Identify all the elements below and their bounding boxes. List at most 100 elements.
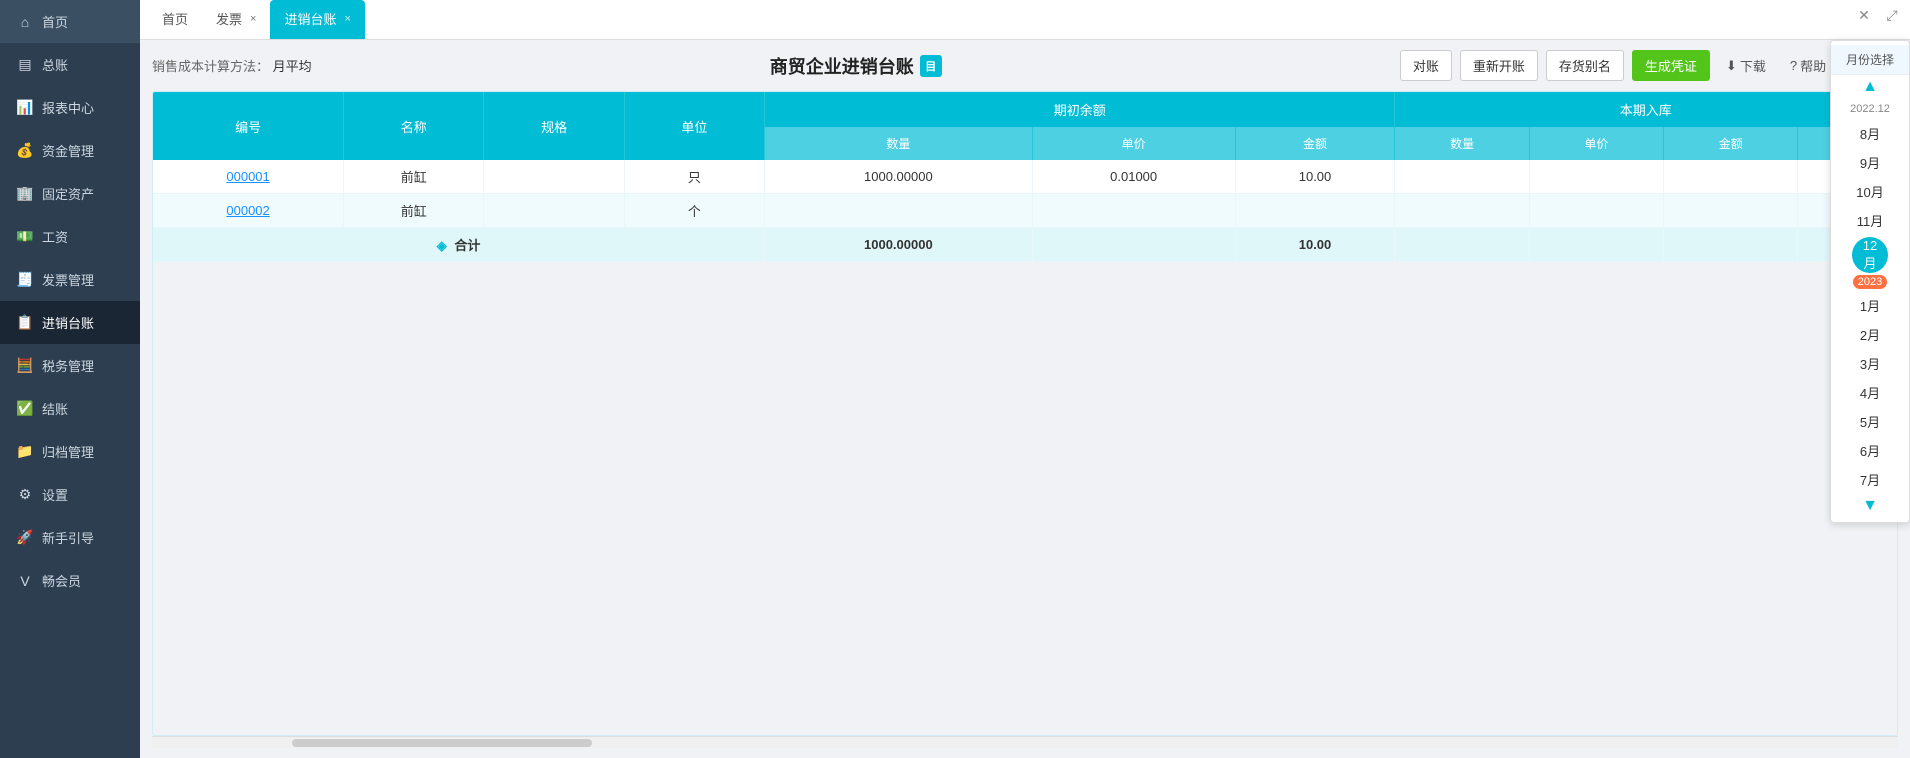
funds-icon: 💰: [16, 142, 34, 159]
row1-name: 前缸: [344, 160, 484, 194]
tab-purchase-sales-close[interactable]: ×: [344, 13, 350, 25]
scrollbar-thumb[interactable]: [292, 739, 592, 747]
month-item-2023-6[interactable]: 6月: [1831, 436, 1909, 465]
sidebar-item-member[interactable]: V 畅会员: [0, 559, 140, 602]
month-item-11[interactable]: 11月: [1831, 206, 1909, 235]
sidebar-item-archive[interactable]: 📁 归档管理: [0, 430, 140, 473]
sidebar-item-label: 结账: [42, 399, 68, 418]
sidebar-item-label: 报表中心: [42, 98, 94, 117]
row1-qi-price: 0.01000: [1032, 160, 1235, 194]
sidebar-item-reports[interactable]: 📊 报表中心: [0, 86, 140, 129]
reconcile-button[interactable]: 对账: [1400, 50, 1452, 81]
title-icon[interactable]: 目: [920, 55, 942, 77]
save-alias-button[interactable]: 存货别名: [1546, 50, 1624, 81]
col-header-unit: 单位: [624, 92, 764, 160]
sidebar: ⌂ 首页 ▤ 总账 📊 报表中心 💰 资金管理 🏢 固定资产 💵 工资 🧾 发票…: [0, 0, 140, 758]
settings-icon: ⚙: [16, 486, 34, 503]
download-label: 下载: [1740, 56, 1766, 75]
sidebar-item-ledger[interactable]: ▤ 总账: [0, 43, 140, 86]
month-item-9[interactable]: 9月: [1831, 148, 1909, 177]
sidebar-item-label: 固定资产: [42, 184, 94, 203]
sidebar-item-guide[interactable]: 🚀 新手引导: [0, 516, 140, 559]
sidebar-item-settlement[interactable]: ✅ 结账: [0, 387, 140, 430]
row2-in-qty: [1395, 194, 1529, 228]
total-in-qty: [1395, 228, 1529, 262]
total-label: ◈ 合计: [153, 228, 765, 262]
row1-unit: 只: [624, 160, 764, 194]
month-item-2023-1[interactable]: 1月: [1831, 291, 1909, 320]
row1-in-qty: [1395, 160, 1529, 194]
help-label: 帮助: [1800, 56, 1826, 75]
sidebar-item-home[interactable]: ⌂ 首页: [0, 0, 140, 43]
top-bar: 销售成本计算方法： 月平均 商贸企业进销台账 目 对账 重新开账 存货别名: [152, 50, 1898, 81]
tab-bar: 首页 发票 × 进销台账 × ✕ ⤢: [140, 0, 1910, 40]
help-icon: ?: [1790, 58, 1797, 73]
total-qi-price: [1032, 228, 1235, 262]
row2-unit: 个: [624, 194, 764, 228]
year-2022: 2022.12: [1831, 99, 1909, 119]
month-item-10[interactable]: 10月: [1831, 177, 1909, 206]
row2-qi-price: [1032, 194, 1235, 228]
tab-purchase-sales[interactable]: 进销台账 ×: [270, 0, 364, 39]
col-header-name: 名称: [344, 92, 484, 160]
sidebar-item-purchase-sales[interactable]: 📋 进销台账: [0, 301, 140, 344]
month-item-2023-7[interactable]: 7月: [1831, 465, 1909, 494]
page-title-area: 商贸企业进销台账 目: [770, 53, 942, 79]
tab-purchase-sales-label: 进销台账: [284, 9, 336, 28]
close-window-button[interactable]: ✕: [1854, 5, 1874, 25]
sub-header-in-price: 单价: [1529, 127, 1663, 160]
sidebar-item-funds[interactable]: 💰 资金管理: [0, 129, 140, 172]
archive-icon: 📁: [16, 443, 34, 460]
sub-header-qi-qty: 数量: [765, 127, 1033, 160]
salary-icon: 💵: [16, 228, 34, 245]
settlement-icon: ✅: [16, 400, 34, 417]
month-scroll-up[interactable]: ▲: [1831, 75, 1909, 99]
table-row: 000001 前缸 只 1000.00000 0.01000 10.00: [153, 160, 1897, 194]
month-item-2023-2[interactable]: 2月: [1831, 320, 1909, 349]
month-item-2023-4[interactable]: 4月: [1831, 378, 1909, 407]
maximize-window-button[interactable]: ⤢: [1882, 5, 1902, 25]
row2-id-link[interactable]: 000002: [226, 203, 269, 218]
sidebar-item-invoice-mgmt[interactable]: 🧾 发票管理: [0, 258, 140, 301]
month-scroll-down[interactable]: ▼: [1831, 494, 1909, 518]
sidebar-item-label: 归档管理: [42, 442, 94, 461]
reconcile-label: 对账: [1413, 56, 1439, 75]
sidebar-item-settings[interactable]: ⚙ 设置: [0, 473, 140, 516]
sidebar-item-label: 首页: [42, 12, 68, 31]
invoice-mgmt-icon: 🧾: [16, 271, 34, 288]
month-item-12[interactable]: 12月: [1852, 237, 1888, 273]
month-item-2023-3[interactable]: 3月: [1831, 349, 1909, 378]
sidebar-item-label: 设置: [42, 485, 68, 504]
cost-method: 销售成本计算方法： 月平均: [152, 56, 312, 75]
reopen-button[interactable]: 重新开账: [1460, 50, 1538, 81]
total-label-text: 合计: [454, 238, 480, 253]
tab-invoice[interactable]: 发票 ×: [202, 0, 270, 39]
sub-header-in-qty: 数量: [1395, 127, 1529, 160]
row1-qi-amount: 10.00: [1235, 160, 1395, 194]
sidebar-item-assets[interactable]: 🏢 固定资产: [0, 172, 140, 215]
tab-invoice-close[interactable]: ×: [250, 13, 256, 25]
row2-name: 前缸: [344, 194, 484, 228]
generate-voucher-button[interactable]: 生成凭证: [1632, 50, 1710, 81]
sidebar-item-label: 税务管理: [42, 356, 94, 375]
assets-icon: 🏢: [16, 185, 34, 202]
sidebar-item-salary[interactable]: 💵 工资: [0, 215, 140, 258]
download-button[interactable]: ⬇ 下载: [1718, 51, 1774, 80]
horizontal-scrollbar[interactable]: [152, 736, 1898, 748]
row2-qi-qty: [765, 194, 1033, 228]
month-item-8[interactable]: 8月: [1831, 119, 1909, 148]
tab-home-label: 首页: [162, 9, 188, 28]
guide-icon: 🚀: [16, 529, 34, 546]
main-area: 首页 发票 × 进销台账 × ✕ ⤢ 销售成本计算方法： 月平均 商贸企业进销台…: [140, 0, 1910, 758]
cost-method-label: 销售成本计算方法：: [152, 59, 269, 74]
sidebar-item-tax[interactable]: 🧮 税务管理: [0, 344, 140, 387]
row2-in-amount: [1664, 194, 1798, 228]
help-button[interactable]: ? 帮助: [1782, 51, 1834, 80]
tab-home[interactable]: 首页: [148, 0, 202, 39]
reopen-label: 重新开账: [1473, 56, 1525, 75]
main-table: 编号 名称 规格 单位 期初余额 本期入库 数量 单价 金额 数量 单价 金额: [153, 92, 1897, 262]
month-item-2023-5[interactable]: 5月: [1831, 407, 1909, 436]
row1-id-link[interactable]: 000001: [226, 169, 269, 184]
row2-spec: [484, 194, 624, 228]
sidebar-item-label: 新手引导: [42, 528, 94, 547]
